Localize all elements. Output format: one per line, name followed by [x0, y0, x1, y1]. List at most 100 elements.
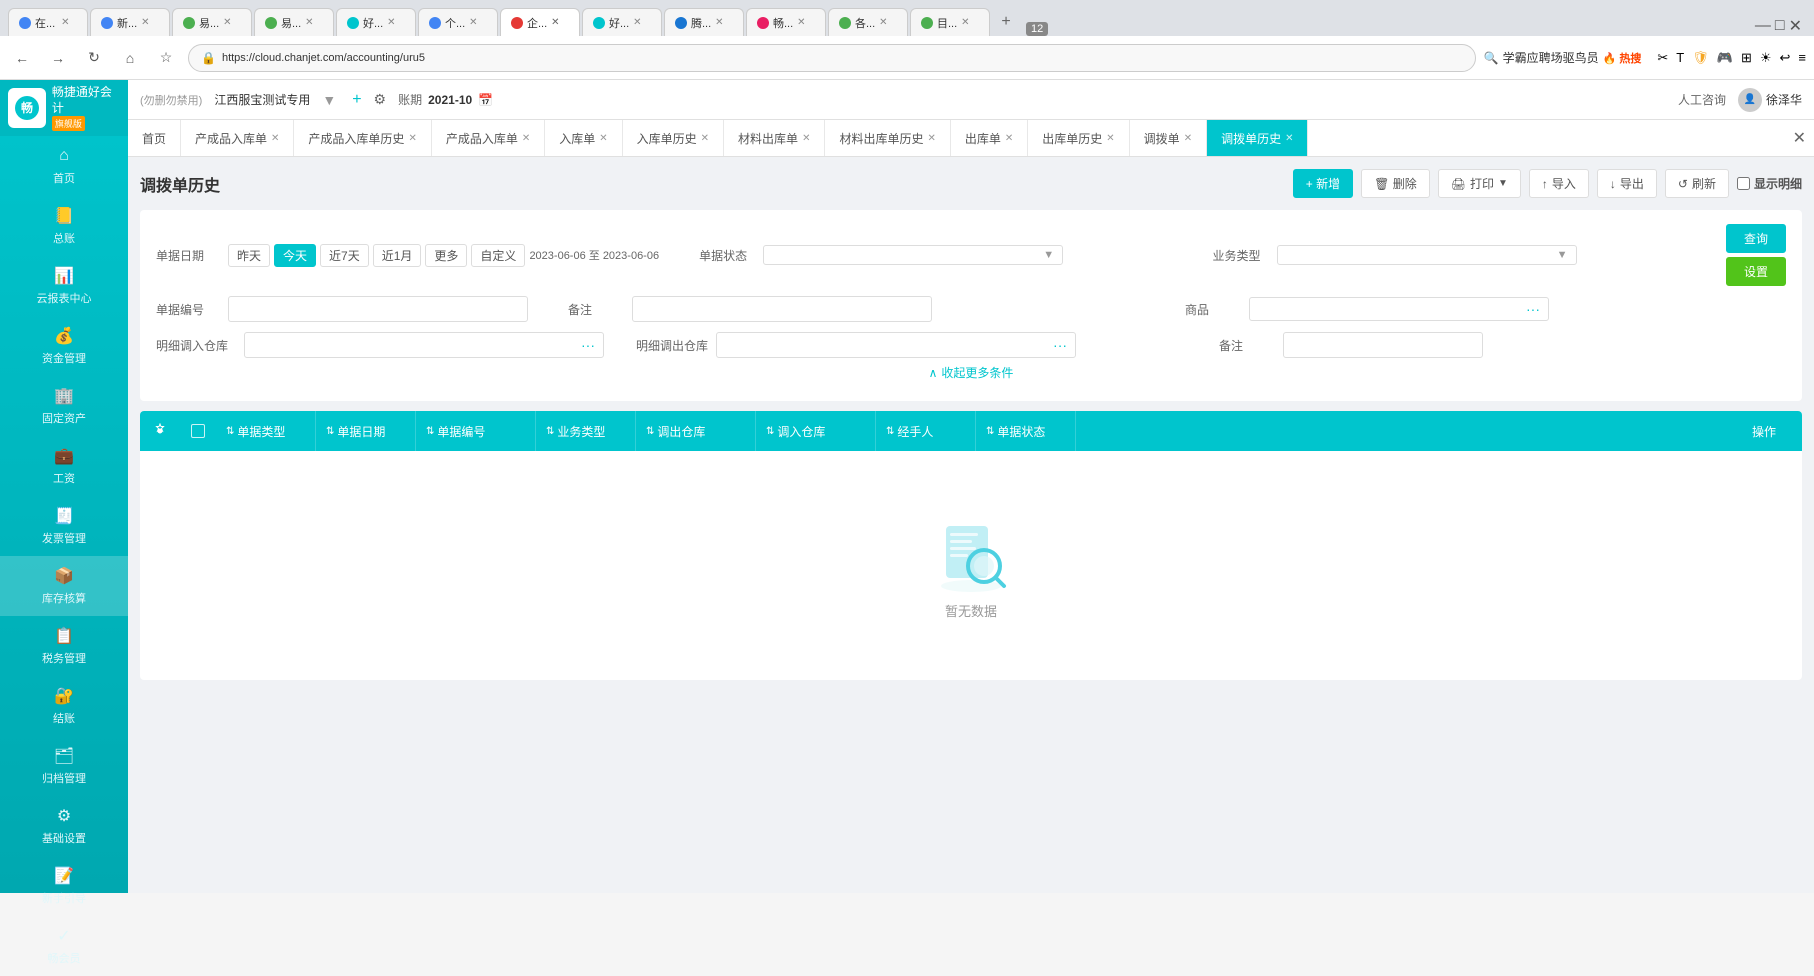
col-biz-type[interactable]: ⇅ 业务类型 — [536, 411, 636, 451]
sidebar-item-member[interactable]: ✓ 畅会员 — [0, 916, 128, 976]
col-out-warehouse[interactable]: ⇅ 调出仓库 — [636, 411, 756, 451]
browser-close-btn[interactable]: ✕ — [1789, 16, 1802, 36]
col-status[interactable]: ⇅ 单据状态 — [976, 411, 1076, 451]
delete-button[interactable]: 🗑 删除 — [1361, 169, 1430, 198]
tab-transfer-hist-close[interactable]: ✕ — [1285, 133, 1293, 144]
remark-input[interactable] — [632, 296, 932, 322]
table-select-all[interactable] — [180, 424, 216, 438]
sidebar-item-home[interactable]: ⌂ 首页 — [0, 136, 128, 196]
col-type[interactable]: ⇅ 单据类型 — [216, 411, 316, 451]
export-button[interactable]: ↓ 导出 — [1597, 169, 1657, 198]
tab-material-out[interactable]: 材料出库单 ✕ — [724, 120, 825, 156]
new-tab-button[interactable]: + — [992, 8, 1020, 36]
tab-issue-hist-close[interactable]: ✕ — [1106, 133, 1114, 144]
refresh-button[interactable]: ↺ 刷新 — [1665, 169, 1729, 198]
print-button[interactable]: 🖨 打印 ▼ — [1438, 169, 1521, 198]
forward-button[interactable]: → — [44, 44, 72, 72]
browser-tab-12[interactable]: 目... ✕ — [910, 8, 990, 36]
settings-button[interactable]: 设置 — [1726, 257, 1786, 286]
sidebar-item-salary[interactable]: 💼 工资 — [0, 436, 128, 496]
tab-finished-in-hist-close[interactable]: ✕ — [408, 133, 416, 144]
tab-material-out-close[interactable]: ✕ — [802, 133, 810, 144]
sidebar-item-settings[interactable]: ⚙ 基础设置 — [0, 796, 128, 856]
bookmark-button[interactable]: ☆ — [152, 44, 180, 72]
warehouse-out-ellipsis[interactable]: ··· — [1053, 337, 1067, 353]
gear-icon[interactable]: ⚙ — [374, 91, 387, 108]
browser-tab-3[interactable]: 易... ✕ — [172, 8, 252, 36]
sidebar-item-guide[interactable]: 📝 新手引导 — [0, 856, 128, 916]
back-button[interactable]: ← — [8, 44, 36, 72]
tab-finished-in2-close[interactable]: ✕ — [522, 133, 530, 144]
tab-5-close[interactable]: ✕ — [387, 17, 395, 28]
warehouse-in-ellipsis[interactable]: ··· — [581, 337, 595, 353]
browser-tab-8[interactable]: 好... ✕ — [582, 8, 662, 36]
sidebar-item-inventory[interactable]: 📦 库存核算 — [0, 556, 128, 616]
browser-tab-6[interactable]: 个... ✕ — [418, 8, 498, 36]
tab-receipt-close[interactable]: ✕ — [599, 133, 607, 144]
tab-finished-in-close[interactable]: ✕ — [271, 133, 279, 144]
tab-issue-close[interactable]: ✕ — [1005, 133, 1013, 144]
tab-1-close[interactable]: ✕ — [61, 17, 69, 28]
browser-minimize-btn[interactable]: — — [1755, 17, 1771, 35]
table-settings-icon[interactable] — [140, 423, 180, 439]
sidebar-item-close[interactable]: 🔐 结账 — [0, 676, 128, 736]
date-btn-yesterday[interactable]: 昨天 — [228, 244, 270, 267]
user-section[interactable]: 👤 徐泽华 — [1738, 88, 1802, 112]
sidebar-item-fund[interactable]: 💰 资金管理 — [0, 316, 128, 376]
tab-transfer-hist[interactable]: 调拨单历史 ✕ — [1207, 120, 1308, 156]
browser-tab-4[interactable]: 易... ✕ — [254, 8, 334, 36]
tab-8-close[interactable]: ✕ — [633, 17, 641, 28]
tab-6-close[interactable]: ✕ — [469, 17, 477, 28]
sidebar-item-tax[interactable]: 📋 税务管理 — [0, 616, 128, 676]
reload-button[interactable]: ↻ — [80, 44, 108, 72]
tab-receipt-hist[interactable]: 入库单历史 ✕ — [623, 120, 724, 156]
date-btn-more[interactable]: 更多 — [425, 244, 467, 267]
date-btn-custom[interactable]: 自定义 — [471, 244, 525, 267]
undo-icon[interactable]: ↩ — [1780, 50, 1791, 66]
browser-tab-5[interactable]: 好... ✕ — [336, 8, 416, 36]
tab-receipt-hist-close[interactable]: ✕ — [701, 133, 709, 144]
new-button[interactable]: + 新增 — [1293, 169, 1353, 198]
tab-receipt[interactable]: 入库单 ✕ — [545, 120, 622, 156]
tab-7-close[interactable]: ✕ — [551, 17, 559, 28]
col-date[interactable]: ⇅ 单据日期 — [316, 411, 416, 451]
browser-tab-1[interactable]: 在... ✕ — [8, 8, 88, 36]
home-button[interactable]: ⌂ — [116, 44, 144, 72]
calendar-icon[interactable]: 📅 — [478, 93, 493, 107]
show-detail-checkbox[interactable] — [1737, 177, 1750, 190]
browser-tab-10[interactable]: 畅... ✕ — [746, 8, 826, 36]
sidebar-item-archive[interactable]: 🗂 归档管理 — [0, 736, 128, 796]
translate-icon[interactable]: T — [1676, 50, 1684, 65]
sidebar-item-assets[interactable]: 🏢 固定资产 — [0, 376, 128, 436]
browser-tab-11[interactable]: 各... ✕ — [828, 8, 908, 36]
col-operator[interactable]: ⇅ 经手人 — [876, 411, 976, 451]
status-select[interactable]: ▼ — [763, 245, 1063, 265]
game-icon[interactable]: 🎮 — [1717, 50, 1733, 66]
doc-no-input[interactable] — [228, 296, 528, 322]
tab-3-close[interactable]: ✕ — [223, 17, 231, 28]
close-all-icon[interactable]: ✕ — [1793, 128, 1806, 148]
goods-ellipsis[interactable]: ··· — [1526, 301, 1540, 317]
warehouse-in-input[interactable]: ··· — [244, 332, 604, 358]
tab-home[interactable]: 首页 — [128, 120, 181, 156]
tab-10-close[interactable]: ✕ — [797, 17, 805, 28]
show-detail-toggle[interactable]: 显示明细 — [1737, 175, 1802, 192]
company-dropdown-icon[interactable]: ▼ — [322, 92, 336, 108]
tab-4-close[interactable]: ✕ — [305, 17, 313, 28]
tab-finished-in[interactable]: 产成品入库单 ✕ — [181, 120, 294, 156]
browser-maximize-btn[interactable]: □ — [1775, 17, 1785, 35]
tab-bar-close-all[interactable]: ✕ — [1785, 128, 1814, 148]
scissors-icon[interactable]: ✂ — [1657, 50, 1668, 66]
date-btn-1month[interactable]: 近1月 — [373, 244, 422, 267]
sidebar-item-ledger[interactable]: 📒 总账 — [0, 196, 128, 256]
col-no[interactable]: ⇅ 单据编号 — [416, 411, 536, 451]
date-btn-7days[interactable]: 近7天 — [320, 244, 369, 267]
service-label[interactable]: 人工咨询 — [1678, 91, 1726, 108]
menu-icon[interactable]: ≡ — [1798, 50, 1806, 65]
browser-tab-9[interactable]: 腾... ✕ — [664, 8, 744, 36]
shield-icon[interactable]: 🛡 — [1692, 50, 1709, 66]
tab-finished-in-hist[interactable]: 产成品入库单历史 ✕ — [294, 120, 431, 156]
collapse-btn[interactable]: ∧ 收起更多条件 — [156, 358, 1786, 387]
theme-icon[interactable]: ☀ — [1760, 50, 1772, 66]
url-bar[interactable]: 🔒 https://cloud.chanjet.com/accounting/u… — [188, 44, 1476, 72]
